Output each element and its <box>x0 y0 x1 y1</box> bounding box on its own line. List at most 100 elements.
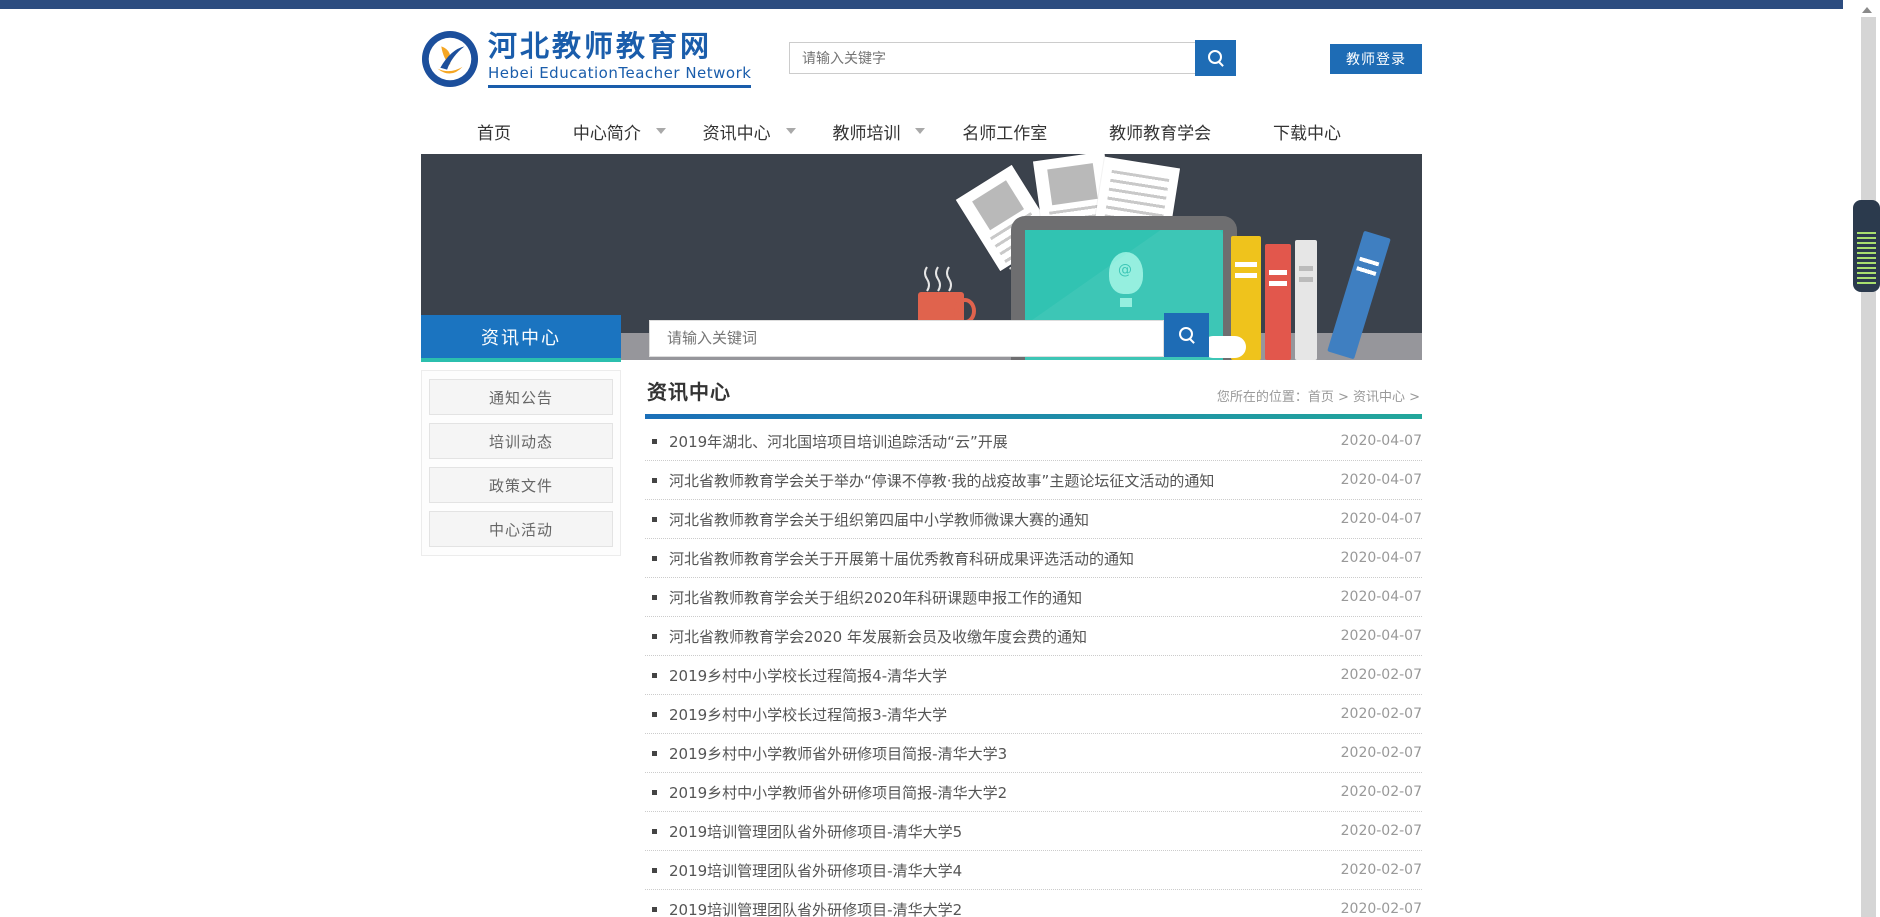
top-bar <box>0 0 1843 9</box>
news-date: 2020-02-07 <box>1341 901 1422 917</box>
nav-item[interactable]: 下载中心 <box>1273 119 1366 144</box>
banner-search-button[interactable] <box>1164 313 1209 357</box>
breadcrumb[interactable]: 您所在的位置：首页 > 资讯中心 > <box>1217 386 1420 405</box>
widget-grip-icon <box>1857 232 1876 284</box>
search-icon <box>1207 49 1225 67</box>
nav-item[interactable]: 教师教育学会 <box>1109 119 1236 144</box>
sidebar: 资讯中心 通知公告 培训动态 政策文件 中心活动 <box>421 315 621 917</box>
news-row[interactable]: 河北省教师教育学会关于开展第十届优秀教育科研成果评选活动的通知 2020-04-… <box>645 539 1422 578</box>
nav-item-label: 教师教育学会 <box>1109 119 1211 144</box>
news-date: 2020-04-07 <box>1341 550 1422 566</box>
news-title: 河北省教师教育学会关于组织第四届中小学教师微课大赛的通知 <box>669 509 1341 530</box>
chevron-down-icon <box>786 128 796 134</box>
bullet-icon <box>652 478 657 483</box>
news-row[interactable]: 2019培训管理团队省外研修项目-清华大学4 2020-02-07 <box>645 851 1422 890</box>
news-date: 2020-02-07 <box>1341 667 1422 683</box>
news-row[interactable]: 河北省教师教育学会关于组织2020年科研课题申报工作的通知 2020-04-07 <box>645 578 1422 617</box>
sidebar-menu-item-label: 政策文件 <box>489 475 553 496</box>
chevron-down-icon <box>656 128 666 134</box>
news-row[interactable]: 河北省教师教育学会2020 年发展新会员及收缴年度会费的通知 2020-04-0… <box>645 617 1422 656</box>
bullet-icon <box>652 868 657 873</box>
main-nav: 首页 中心简介 资讯中心 教师培训 <box>421 108 1422 154</box>
banner-book-icon <box>1295 240 1317 360</box>
floating-widget-handle[interactable] <box>1853 200 1880 292</box>
site-title: 河北教师教育网 <box>488 29 751 63</box>
nav-item[interactable]: 教师培训 <box>832 119 925 144</box>
news-row[interactable]: 2019培训管理团队省外研修项目-清华大学5 2020-02-07 <box>645 812 1422 851</box>
news-title: 河北省教师教育学会关于举办“停课不停教·我的战疫故事”主题论坛征文活动的通知 <box>669 470 1341 491</box>
news-date: 2020-02-07 <box>1341 706 1422 722</box>
scrollbar-gutter <box>1843 0 1880 917</box>
news-row[interactable]: 2019乡村中小学教师省外研修项目简报-清华大学2 2020-02-07 <box>645 773 1422 812</box>
sidebar-menu-item[interactable]: 政策文件 <box>429 467 613 503</box>
banner-search-input[interactable] <box>649 320 1164 357</box>
sidebar-menu: 通知公告 培训动态 政策文件 中心活动 <box>421 370 621 556</box>
bullet-icon <box>652 829 657 834</box>
news-row[interactable]: 2019年湖北、河北国培项目培训追踪活动“云”开展 2020-04-07 <box>645 422 1422 461</box>
bullet-icon <box>652 907 657 912</box>
news-date: 2020-04-07 <box>1341 433 1422 449</box>
news-section: 资讯中心 您所在的位置：首页 > 资讯中心 > 2019年湖北、河北国培项目培训… <box>645 360 1422 917</box>
news-date: 2020-02-07 <box>1341 823 1422 839</box>
news-title: 2019培训管理团队省外研修项目-清华大学5 <box>669 821 1341 842</box>
sidebar-menu-item-label: 培训动态 <box>489 431 553 452</box>
news-date: 2020-02-07 <box>1341 784 1422 800</box>
header-search-button[interactable] <box>1195 40 1236 76</box>
news-row[interactable]: 河北省教师教育学会关于组织第四届中小学教师微课大赛的通知 2020-04-07 <box>645 500 1422 539</box>
bullet-icon <box>652 634 657 639</box>
nav-list: 首页 中心简介 资讯中心 教师培训 <box>421 108 1422 154</box>
lightbulb-icon <box>1109 252 1143 294</box>
news-date: 2020-02-07 <box>1341 862 1422 878</box>
banner-book-icon <box>1265 244 1291 360</box>
sidebar-menu-item-label: 通知公告 <box>489 387 553 408</box>
sidebar-menu-item[interactable]: 通知公告 <box>429 379 613 415</box>
nav-item-label: 中心简介 <box>573 119 641 144</box>
header-search-input[interactable] <box>789 42 1195 74</box>
news-title: 2019培训管理团队省外研修项目-清华大学2 <box>669 899 1341 917</box>
nav-item[interactable]: 名师工作室 <box>962 119 1072 144</box>
scrollbar[interactable] <box>1861 17 1876 917</box>
news-date: 2020-04-07 <box>1341 511 1422 527</box>
bullet-icon <box>652 517 657 522</box>
sidebar-menu-item[interactable]: 中心活动 <box>429 511 613 547</box>
news-date: 2020-04-07 <box>1341 472 1422 488</box>
news-row[interactable]: 2019乡村中小学校长过程简报4-清华大学 2020-02-07 <box>645 656 1422 695</box>
steam-icon <box>921 264 961 292</box>
scroll-up-arrow-icon[interactable] <box>1862 7 1872 13</box>
news-row[interactable]: 2019乡村中小学校长过程简报3-清华大学 2020-02-07 <box>645 695 1422 734</box>
chevron-down-icon <box>915 128 925 134</box>
bullet-icon <box>652 556 657 561</box>
search-icon <box>1178 326 1196 344</box>
main-area: 资讯中心 通知公告 培训动态 政策文件 中心活动 <box>421 360 1422 917</box>
news-title: 2019乡村中小学校长过程简报4-清华大学 <box>669 665 1341 686</box>
news-row[interactable]: 河北省教师教育学会关于举办“停课不停教·我的战疫故事”主题论坛征文活动的通知 2… <box>645 461 1422 500</box>
sidebar-title: 资讯中心 <box>421 315 621 362</box>
bullet-icon <box>652 751 657 756</box>
section-header: 资讯中心 您所在的位置：首页 > 资讯中心 > <box>645 376 1422 414</box>
nav-item[interactable]: 首页 <box>477 119 536 144</box>
news-date: 2020-04-07 <box>1341 628 1422 644</box>
nav-item-label: 名师工作室 <box>962 119 1047 144</box>
nav-item-label: 教师培训 <box>832 119 900 144</box>
header-search <box>789 42 1236 76</box>
news-title: 河北省教师教育学会2020 年发展新会员及收缴年度会费的通知 <box>669 626 1341 647</box>
nav-item-label: 资讯中心 <box>703 119 771 144</box>
nav-item[interactable]: 中心简介 <box>573 119 666 144</box>
news-title: 2019年湖北、河北国培项目培训追踪活动“云”开展 <box>669 431 1341 452</box>
news-title: 2019乡村中小学教师省外研修项目简报-清华大学3 <box>669 743 1341 764</box>
bullet-icon <box>652 439 657 444</box>
nav-item[interactable]: 资讯中心 <box>703 119 796 144</box>
sidebar-menu-item-label: 中心活动 <box>489 519 553 540</box>
news-title: 2019乡村中小学校长过程简报3-清华大学 <box>669 704 1341 725</box>
site-logo[interactable]: 河北教师教育网 Hebei EducationTeacher Network <box>421 29 751 88</box>
bullet-icon <box>652 595 657 600</box>
site-header: 河北教师教育网 Hebei EducationTeacher Network 教… <box>421 9 1422 108</box>
teacher-login-button[interactable]: 教师登录 <box>1330 44 1422 74</box>
news-title: 河北省教师教育学会关于组织2020年科研课题申报工作的通知 <box>669 587 1341 608</box>
news-row[interactable]: 2019乡村中小学教师省外研修项目简报-清华大学3 2020-02-07 <box>645 734 1422 773</box>
news-row[interactable]: 2019培训管理团队省外研修项目-清华大学2 2020-02-07 <box>645 890 1422 917</box>
bullet-icon <box>652 673 657 678</box>
bullet-icon <box>652 712 657 717</box>
site-subtitle: Hebei EducationTeacher Network <box>488 64 751 88</box>
sidebar-menu-item[interactable]: 培训动态 <box>429 423 613 459</box>
